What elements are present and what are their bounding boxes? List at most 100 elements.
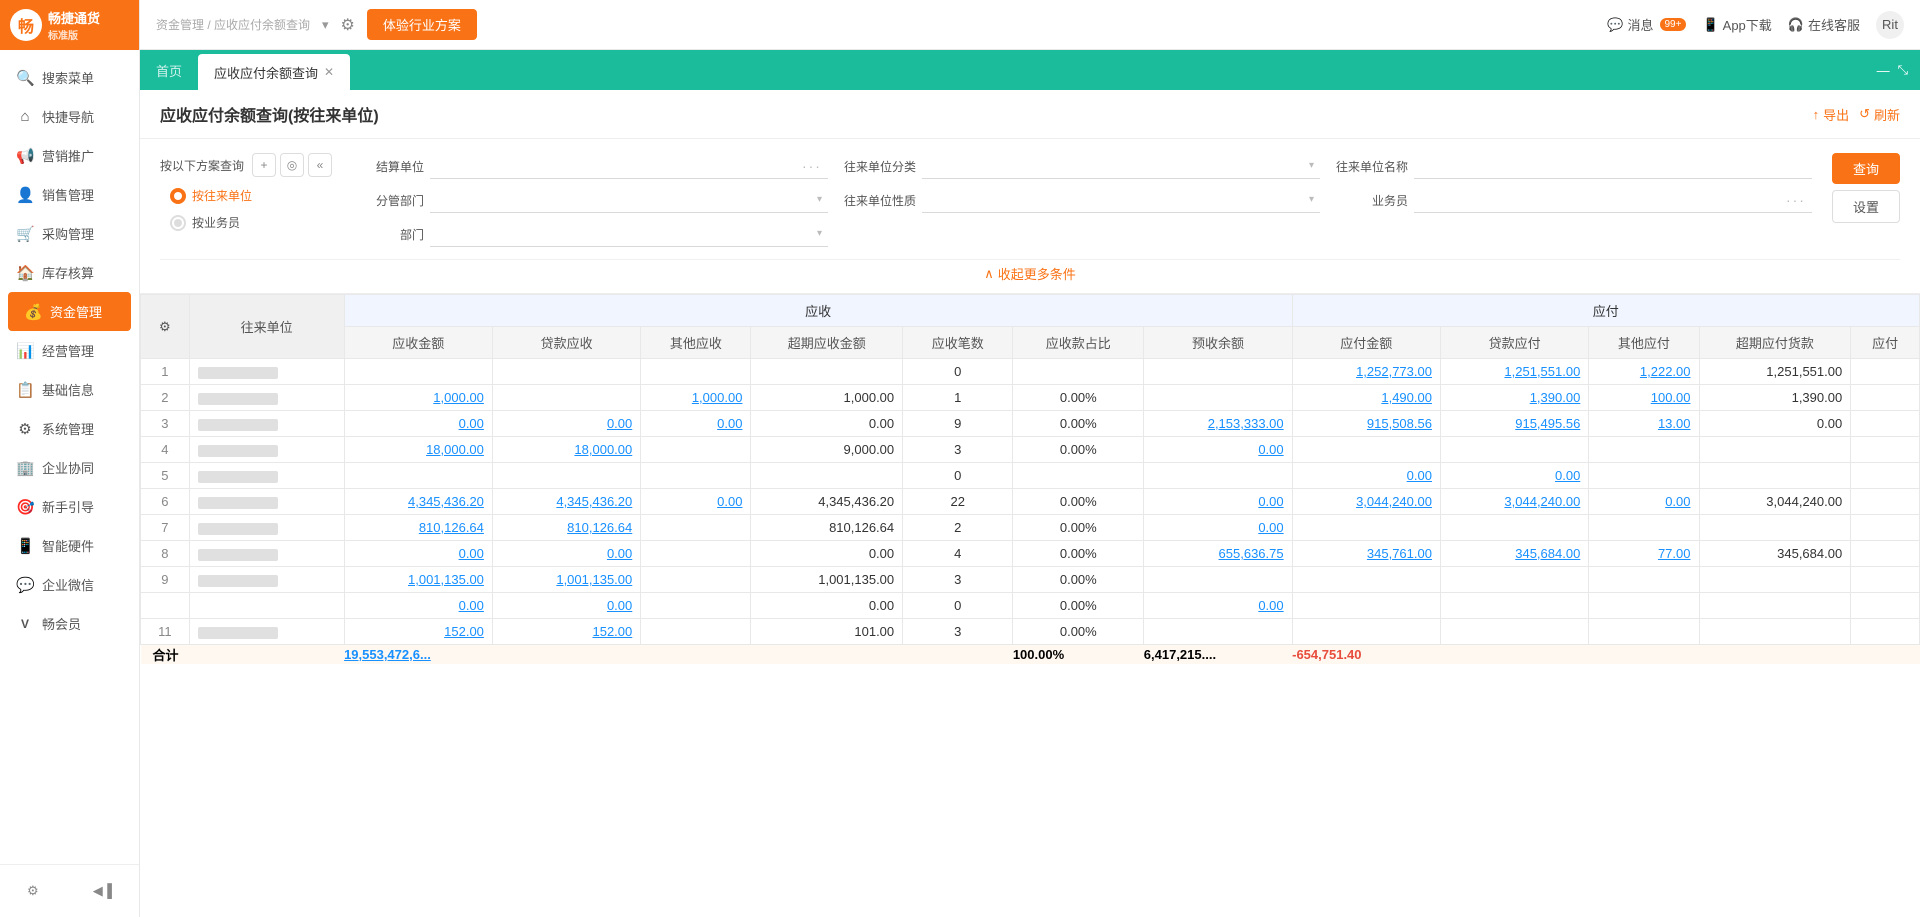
user-avatar[interactable]: Rit <box>1876 11 1904 39</box>
partner-category-label: 往来单位分类 <box>844 158 916 175</box>
tab-close-icon[interactable]: ✕ <box>324 65 334 79</box>
main-area: 资金管理 / 应收应付余额查询 ▾ ⚙ 体验行业方案 💬 消息 99+ 📱 Ap… <box>140 0 1920 917</box>
total-ar-other <box>641 645 751 665</box>
tabbar-minimize-icon[interactable]: — <box>1877 63 1890 78</box>
partner-category-input[interactable]: ▾ <box>922 153 1320 179</box>
sidebar-item-label: 基础信息 <box>42 380 94 399</box>
dots-icon: ··· <box>802 158 822 174</box>
message-button[interactable]: 💬 消息 99+ <box>1607 15 1686 34</box>
col-ap-overdue: 超期应付货款 <box>1699 327 1851 359</box>
sidebar-item-base-info[interactable]: 📋 基础信息 <box>0 370 139 409</box>
filter-field-salesman: 业务员 ··· <box>1336 187 1812 213</box>
filter-nav-by-partner[interactable]: 按往来单位 <box>160 183 340 208</box>
sidebar-item-smart-hw[interactable]: 📱 智能硬件 <box>0 526 139 565</box>
salesman-input[interactable]: ··· <box>1414 187 1812 213</box>
query-button[interactable]: 查询 <box>1832 153 1900 184</box>
col-settings-icon[interactable]: ⚙ <box>141 295 190 359</box>
solution-button[interactable]: 体验行业方案 <box>367 9 477 40</box>
sidebar-item-corp[interactable]: 🏢 企业协同 <box>0 448 139 487</box>
tabbar-maximize-icon[interactable]: ⤡ <box>1898 62 1908 78</box>
filter-section: 按以下方案查询 + ◎ « 按往来单位 <box>140 139 1920 294</box>
sidebar-item-label: 系统管理 <box>42 419 94 438</box>
department-input[interactable]: ▾ <box>430 221 828 247</box>
purchase-icon: 🛒 <box>16 225 34 243</box>
partner-cell <box>189 619 344 645</box>
filter-add-btn[interactable]: + <box>252 153 276 177</box>
corp-wechat-icon: 💬 <box>16 576 34 594</box>
page-header: 应收应付余额查询(按往来单位) ↑ 导出 ↺ 刷新 <box>140 90 1920 139</box>
topbar-breadcrumb: 资金管理 / 应收应付余额查询 <box>156 16 310 33</box>
partner-cell <box>189 411 344 437</box>
settings-icon: ⚙ <box>27 883 39 899</box>
export-icon: ↑ <box>1813 107 1820 122</box>
partner-cell <box>189 515 344 541</box>
topbar-gear-icon[interactable]: ⚙ <box>341 15 355 35</box>
logo-icon: 畅 <box>10 9 42 41</box>
total-ar-amount[interactable]: 19,553,472,6... <box>344 645 492 665</box>
col-ap-loan: 贷款应付 <box>1440 327 1588 359</box>
app-download-button[interactable]: 📱 App下载 <box>1702 15 1771 34</box>
sidebar-item-sales[interactable]: 👤 销售管理 <box>0 175 139 214</box>
sidebar-item-operation[interactable]: 📊 经营管理 <box>0 331 139 370</box>
partner-name-input[interactable] <box>1414 153 1812 179</box>
partner-name-label: 往来单位名称 <box>1336 158 1408 175</box>
sidebar-item-marketing[interactable]: 📢 营销推广 <box>0 136 139 175</box>
logo-sub: 标准版 <box>48 27 100 42</box>
sidebar-item-label: 企业协同 <box>42 458 94 477</box>
refresh-button[interactable]: ↺ 刷新 <box>1859 105 1900 124</box>
sidebar-settings-btn[interactable]: ⚙ <box>19 875 47 907</box>
collapse-icon: ◀▐ <box>93 883 112 899</box>
setting-button[interactable]: 设置 <box>1832 190 1900 223</box>
tab-ar-ap-label: 应收应付余额查询 <box>214 63 318 82</box>
service-icon: 🎧 <box>1788 17 1804 33</box>
newbie-icon: 🎯 <box>16 498 34 516</box>
sidebar-item-corp-wechat[interactable]: 💬 企业微信 <box>0 565 139 604</box>
sidebar-item-label: 销售管理 <box>42 185 94 204</box>
dept-label: 分管部门 <box>352 192 424 209</box>
table-row: 500.000.00 <box>141 463 1920 489</box>
topbar-chevron-icon[interactable]: ▾ <box>322 17 329 33</box>
topbar-right: 💬 消息 99+ 📱 App下载 🎧 在线客服 Rit <box>1607 11 1904 39</box>
type-chevron-icon: ▾ <box>1309 194 1314 205</box>
sidebar-item-inventory[interactable]: 🏠 库存核算 <box>0 253 139 292</box>
partner-type-input[interactable]: ▾ <box>922 187 1320 213</box>
sidebar-item-label: 快捷导航 <box>42 107 94 126</box>
logo-text: 畅捷通货 标准版 <box>48 8 100 42</box>
corp-icon: 🏢 <box>16 459 34 477</box>
content-wrapper: 应收应付余额查询(按往来单位) ↑ 导出 ↺ 刷新 按以下方案查询 <box>140 90 1920 917</box>
export-button[interactable]: ↑ 导出 <box>1813 105 1850 124</box>
settlement-unit-input[interactable]: ··· <box>430 153 828 179</box>
table-footer: 合计 19,553,472,6... 100.00% 6,417,215....… <box>141 645 1920 665</box>
tab-ar-ap[interactable]: 应收应付余额查询 ✕ <box>198 54 350 90</box>
sidebar-item-finance[interactable]: 💰 资金管理 <box>8 292 131 331</box>
sidebar-item-search[interactable]: 🔍 搜索菜单 <box>0 58 139 97</box>
total-row: 合计 19,553,472,6... 100.00% 6,417,215....… <box>141 645 1920 665</box>
dept-input[interactable]: ▾ <box>430 187 828 213</box>
collapse-more-btn[interactable]: ∧ 收起更多条件 <box>160 259 1900 287</box>
filter-settings-btn[interactable]: ◎ <box>280 153 304 177</box>
filter-nav-by-salesman[interactable]: 按业务员 <box>160 210 340 235</box>
sidebar-item-member[interactable]: V 畅会员 <box>0 604 139 643</box>
sidebar-item-system[interactable]: ⚙ 系统管理 <box>0 409 139 448</box>
table-row: 64,345,436.204,345,436.200.004,345,436.2… <box>141 489 1920 515</box>
marketing-icon: 📢 <box>16 147 34 165</box>
table-row: 30.000.000.000.0090.00%2,153,333.00915,5… <box>141 411 1920 437</box>
tabbar-actions: — ⤡ <box>1877 62 1920 78</box>
sidebar-item-newbie[interactable]: 🎯 新手引导 <box>0 487 139 526</box>
total-ar-count <box>903 645 1013 665</box>
col-ar-count: 应收笔数 <box>903 327 1013 359</box>
tab-home[interactable]: 首页 <box>140 50 198 90</box>
sidebar-collapse-btn[interactable]: ◀▐ <box>85 875 120 907</box>
sidebar-item-quick-nav[interactable]: ⌂ 快捷导航 <box>0 97 139 136</box>
finance-icon: 💰 <box>24 303 42 321</box>
filter-collapse-btn[interactable]: « <box>308 153 332 177</box>
sidebar-item-purchase[interactable]: 🛒 采购管理 <box>0 214 139 253</box>
member-icon: V <box>16 617 34 631</box>
col-ap-other: 其他应付 <box>1589 327 1699 359</box>
page-actions: ↑ 导出 ↺ 刷新 <box>1813 105 1900 124</box>
total-ar-ratio: 100.00% <box>1013 645 1144 665</box>
table-header-row: 应收金额 贷款应收 其他应收 超期应收金额 应收笔数 应收款占比 预收余额 应付… <box>141 327 1920 359</box>
service-button[interactable]: 🎧 在线客服 <box>1788 15 1860 34</box>
table-row: 101,252,773.001,251,551.001,222.001,251,… <box>141 359 1920 385</box>
sales-icon: 👤 <box>16 186 34 204</box>
